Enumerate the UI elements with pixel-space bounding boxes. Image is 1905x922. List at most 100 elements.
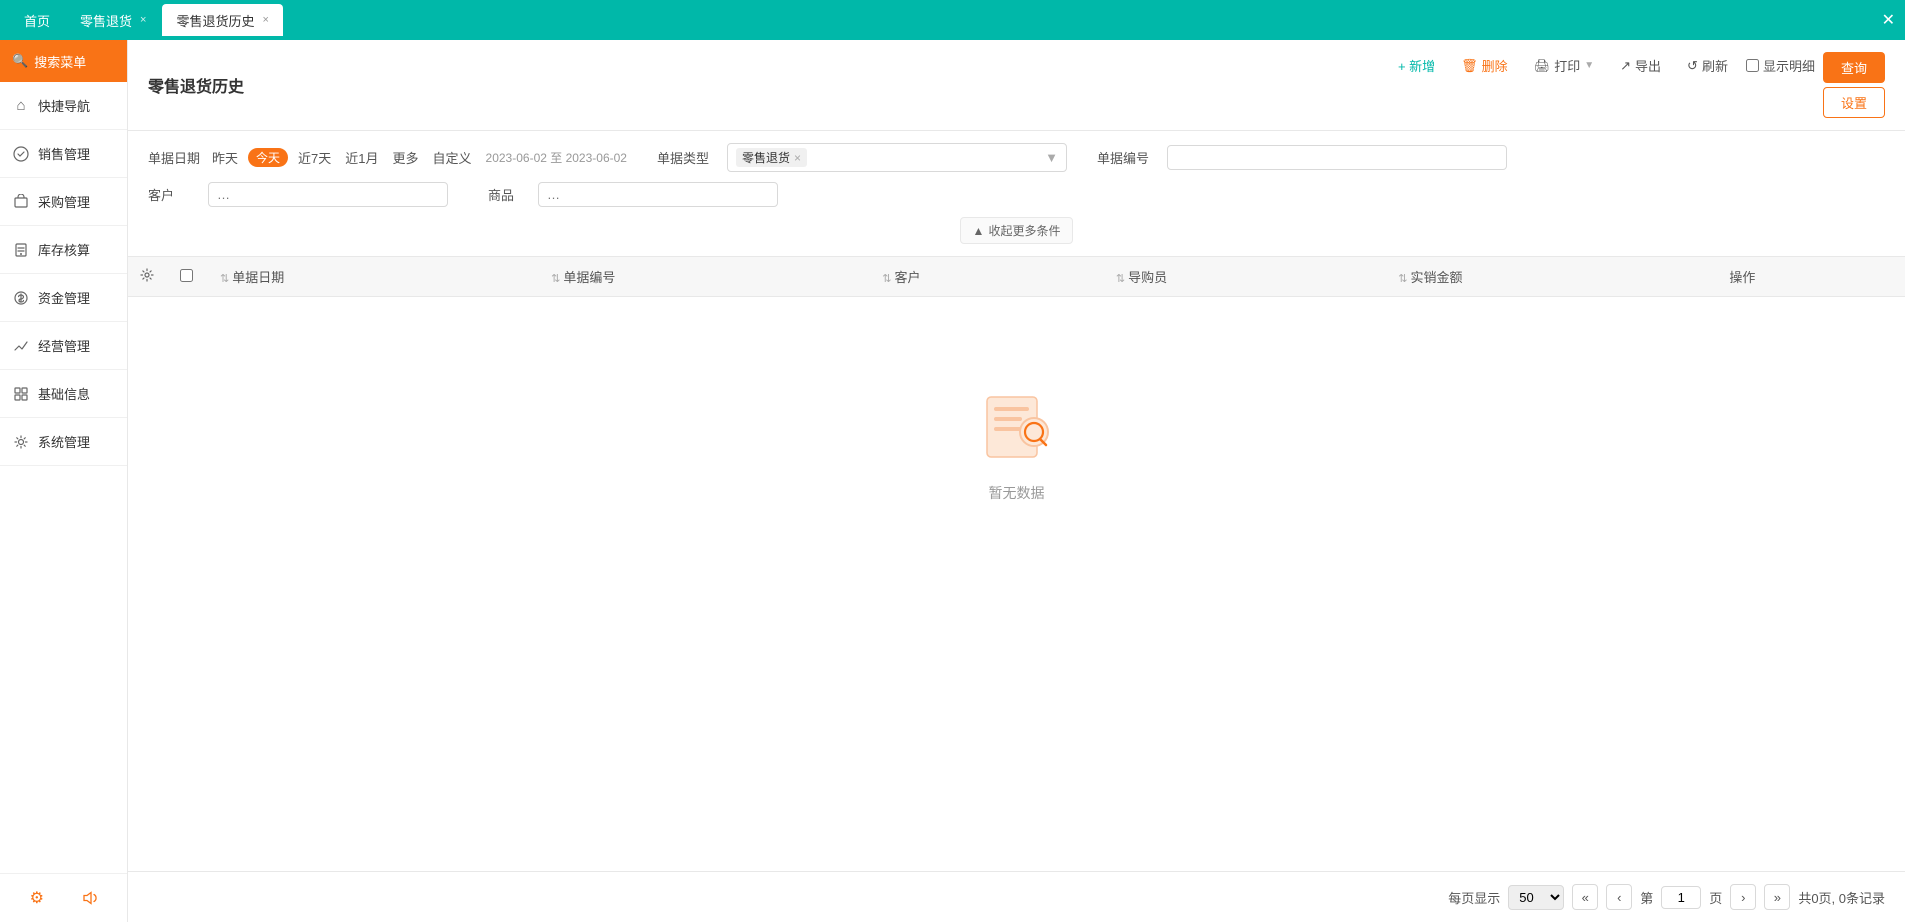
sidebar-item-operations[interactable]: 经营管理: [0, 322, 127, 370]
refresh-button-label: 刷新: [1702, 56, 1728, 75]
th-number[interactable]: 单据编号: [539, 257, 870, 297]
date-options: 昨天 今天 近7天 近1月 更多 自定义: [208, 146, 476, 169]
print-dropdown-icon: ▼: [1584, 60, 1594, 71]
page-size-label: 每页显示: [1448, 888, 1500, 907]
th-settings[interactable]: [128, 257, 168, 297]
th-checkbox[interactable]: [168, 257, 208, 297]
sidebar-item-purchase-mgmt[interactable]: 采购管理: [0, 178, 127, 226]
refresh-button[interactable]: ↺ 刷新: [1679, 52, 1736, 79]
sidebar-item-finance[interactable]: 资金管理: [0, 274, 127, 322]
finance-icon: [12, 289, 30, 307]
sidebar-label-purchase: 采购管理: [38, 192, 90, 211]
tab-bar: 首页 零售退货 × 零售退货历史 × ✕: [0, 0, 1905, 40]
collapse-btn[interactable]: ▲ 收起更多条件: [960, 217, 1074, 244]
new-button[interactable]: + 新增: [1390, 52, 1443, 79]
date-label: 单据日期: [148, 148, 208, 167]
data-table: 单据日期 单据编号 客户 导购员 实销金额: [128, 257, 1905, 583]
page-size-select[interactable]: 50 20 100: [1508, 885, 1564, 910]
th-operation: 操作: [1717, 257, 1905, 297]
type-select[interactable]: 零售退货 × ▼: [727, 143, 1067, 172]
system-icon: [12, 433, 30, 451]
main-layout: 🔍 搜索菜单 ⌂ 快捷导航 销售管理 采购管理 库存核算: [0, 40, 1905, 922]
tab-home-label: 首页: [24, 11, 50, 30]
goods-input[interactable]: [538, 182, 778, 207]
page-number-input[interactable]: [1661, 886, 1701, 909]
tab-retail-return-close[interactable]: ×: [140, 14, 146, 26]
home-icon: ⌂: [12, 97, 30, 115]
th-customer[interactable]: 客户: [870, 257, 1104, 297]
sidebar-item-sales-mgmt[interactable]: 销售管理: [0, 130, 127, 178]
first-page-icon: «: [1582, 890, 1589, 905]
show-detail-checkbox[interactable]: [1746, 59, 1759, 72]
date-opt-today[interactable]: 今天: [248, 148, 288, 167]
settings-bottom-icon[interactable]: ⚙: [23, 884, 51, 912]
sidebar: 🔍 搜索菜单 ⌂ 快捷导航 销售管理 采购管理 库存核算: [0, 40, 128, 922]
delete-button[interactable]: 🗑 删除: [1453, 52, 1516, 79]
window-close-btn[interactable]: ✕: [1882, 10, 1895, 30]
query-button[interactable]: 查询: [1823, 52, 1885, 83]
prev-page-button[interactable]: ‹: [1606, 884, 1632, 910]
page-title: 零售退货历史: [148, 73, 244, 97]
th-amount[interactable]: 实销金额: [1386, 257, 1717, 297]
sidebar-label-basic-info: 基础信息: [38, 384, 90, 403]
tab-home[interactable]: 首页: [10, 4, 64, 36]
page-suffix: 页: [1709, 888, 1722, 907]
last-page-button[interactable]: »: [1764, 884, 1790, 910]
sidebar-item-inventory[interactable]: 库存核算: [0, 226, 127, 274]
tab-retail-return-label: 零售退货: [80, 11, 132, 30]
settings-button[interactable]: 设置: [1823, 87, 1885, 118]
th-date[interactable]: 单据日期: [208, 257, 539, 297]
tab-retail-return-history-label: 零售退货历史: [176, 11, 254, 30]
number-input[interactable]: [1167, 145, 1507, 170]
date-opt-more[interactable]: 更多: [389, 146, 423, 169]
no-data-icon: [972, 377, 1062, 467]
prev-page-icon: ‹: [1617, 890, 1621, 905]
type-tag: 零售退货 ×: [736, 148, 807, 167]
export-button-label: 导出: [1635, 56, 1661, 75]
sidebar-bottom: ⚙: [0, 873, 127, 922]
total-label: 共0页, 0条记录: [1798, 888, 1885, 907]
sidebar-search-label: 搜索菜单: [34, 52, 86, 71]
print-icon: 🖨: [1534, 58, 1551, 74]
header-right-actions: + 新增 🗑 删除 🖨 打印 ▼ ↗ 导出: [1390, 52, 1885, 118]
delete-icon: 🗑: [1461, 58, 1478, 74]
type-tag-close[interactable]: ×: [794, 151, 801, 165]
inventory-icon: [12, 241, 30, 259]
delete-button-label: 删除: [1482, 56, 1508, 75]
no-data: 暂无数据: [128, 297, 1905, 583]
customer-input[interactable]: [208, 182, 448, 207]
tab-retail-return-history-close[interactable]: ×: [262, 14, 268, 26]
sidebar-label-sales: 销售管理: [38, 144, 90, 163]
page-header: 零售退货历史 + 新增 🗑 删除 🖨 打印 ▼: [128, 40, 1905, 131]
collapse-icon: ▲: [973, 224, 985, 238]
show-detail-checkbox-label[interactable]: 显示明细: [1746, 56, 1815, 75]
date-opt-1month[interactable]: 近1月: [341, 146, 382, 169]
th-guide[interactable]: 导购员: [1104, 257, 1386, 297]
new-button-label: + 新增: [1398, 56, 1435, 75]
sidebar-item-quick-nav[interactable]: ⌂ 快捷导航: [0, 82, 127, 130]
date-range-display: 2023-06-02 至 2023-06-02: [486, 149, 627, 166]
operations-icon: [12, 337, 30, 355]
date-opt-7days[interactable]: 近7天: [294, 146, 335, 169]
select-all-checkbox[interactable]: [180, 269, 193, 282]
next-page-button[interactable]: ›: [1730, 884, 1756, 910]
tab-retail-return-history[interactable]: 零售退货历史 ×: [162, 4, 282, 36]
date-opt-yesterday[interactable]: 昨天: [208, 146, 242, 169]
date-opt-custom[interactable]: 自定义: [429, 146, 476, 169]
print-button[interactable]: 🖨 打印 ▼: [1526, 52, 1602, 79]
sidebar-item-system[interactable]: 系统管理: [0, 418, 127, 466]
sidebar-item-basic-info[interactable]: 基础信息: [0, 370, 127, 418]
sidebar-search[interactable]: 🔍 搜索菜单: [0, 40, 127, 82]
export-button[interactable]: ↗ 导出: [1612, 52, 1669, 79]
collapse-label: 收起更多条件: [988, 222, 1060, 239]
sidebar-label-inventory: 库存核算: [38, 240, 90, 259]
tab-retail-return[interactable]: 零售退货 ×: [66, 4, 160, 36]
export-icon: ↗: [1620, 58, 1631, 74]
query-settings-group: 查询 设置: [1823, 52, 1885, 118]
filter-area: 单据日期 昨天 今天 近7天 近1月 更多 自定义 2023-06-02 至 2…: [128, 131, 1905, 257]
first-page-button[interactable]: «: [1572, 884, 1598, 910]
volume-icon[interactable]: [76, 884, 104, 912]
filter-row-1: 单据日期 昨天 今天 近7天 近1月 更多 自定义 2023-06-02 至 2…: [148, 143, 1885, 172]
sidebar-label-system: 系统管理: [38, 432, 90, 451]
sales-icon: [12, 145, 30, 163]
